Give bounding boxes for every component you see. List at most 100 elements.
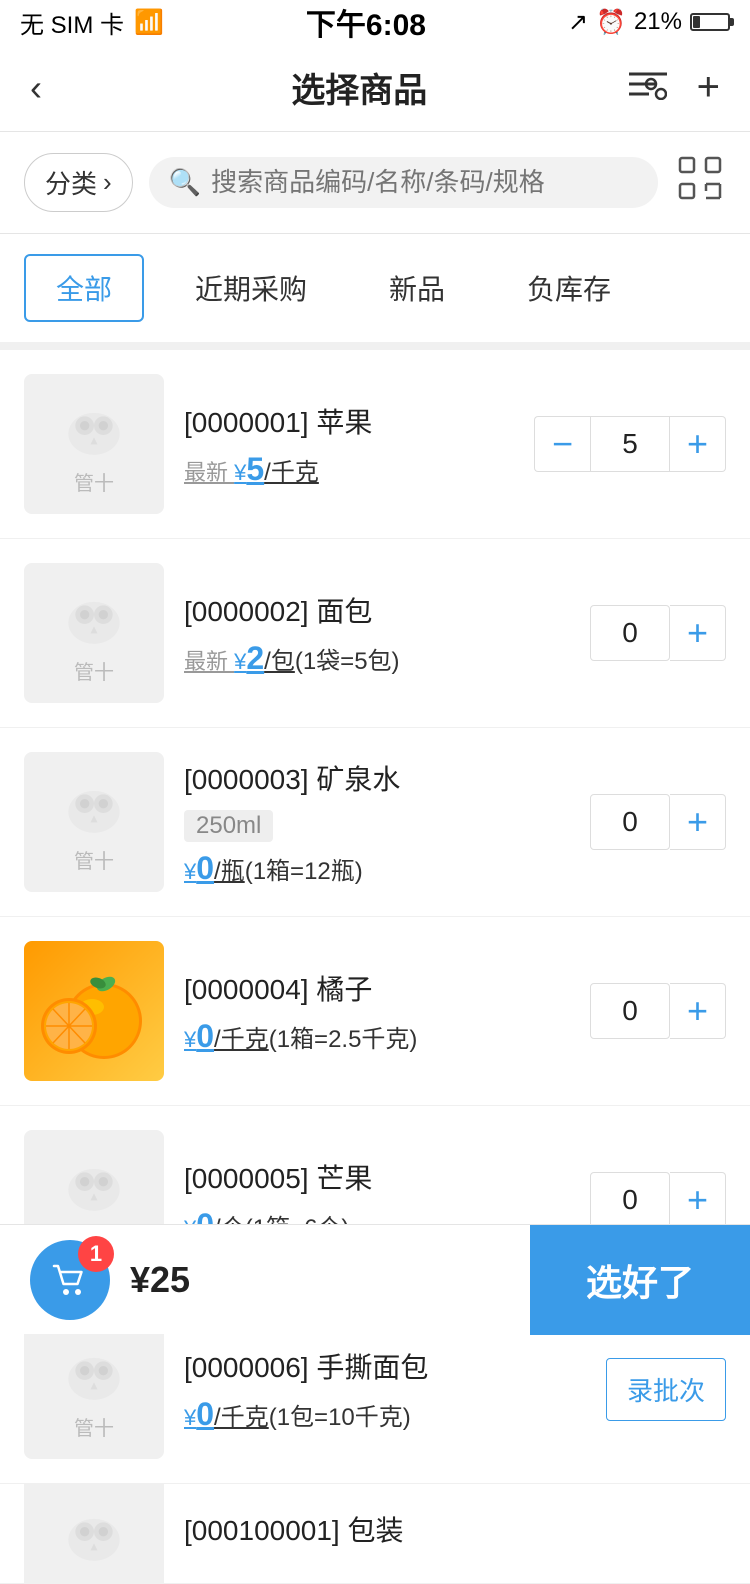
owl-logo-7 [59,1499,129,1569]
qty-input-0000005[interactable] [590,1172,670,1228]
location-icon: ↗ [568,8,588,37]
owl-logo-2: 管十 [59,582,129,685]
product-price-0000001: 最新 ¥5/千克 [184,451,514,488]
filter-tabs: 全部 近期采购 新品 负库存 [0,234,750,350]
owl-logo-6: 管十 [59,1338,129,1441]
product-info-0000003: [0000003] 矿泉水 250ml ¥0/瓶(1箱=12瓶) [184,758,570,887]
qty-plus-0000003[interactable]: + [670,794,726,850]
price-yuan-3: ¥ [184,859,196,884]
qty-input-0000002[interactable] [590,605,670,661]
owl-text: 管十 [74,467,114,496]
wifi-icon: 📶 [134,8,164,37]
price-num-4: 0 [196,1018,214,1054]
status-bar: 无 SIM 卡 📶 下午6:08 ↗ ⏰ 21% [0,0,750,44]
price-label-2: 最新 [184,649,234,674]
add-button[interactable]: + [697,65,720,110]
qty-plus-0000002[interactable]: + [670,605,726,661]
product-image-0000001: 管十 [24,374,164,514]
product-item-0000001: 管十 [0000001] 苹果 最新 ¥5/千克 − + [0,350,750,539]
nav-bar: ‹ 选择商品 + [0,44,750,132]
product-price-0000003: ¥0/瓶(1箱=12瓶) [184,850,570,887]
owl-text-2: 管十 [74,656,114,685]
price-extra-4: (1箱=2.5千克) [269,1026,418,1053]
quantity-control-0000002: + [590,605,726,661]
owl-logo: 管十 [59,393,129,496]
search-bar: 分类 › 🔍 [0,132,750,234]
price-label: 最新 [184,460,234,485]
qty-minus-0000001[interactable]: − [534,416,590,472]
quantity-control-0000001: − + [534,416,726,472]
product-price-0000006: ¥0/千克(1包=10千克) [184,1396,586,1433]
price-unit-4: /千克 [214,1026,269,1053]
search-wrapper: 🔍 [149,157,658,208]
category-label: 分类 [45,164,97,201]
owl-text-3: 管十 [74,845,114,874]
tab-all[interactable]: 全部 [24,254,144,322]
price-num-2: 2 [246,640,264,676]
product-image-0000002: 管十 [24,563,164,703]
qty-plus-0000001[interactable]: + [670,416,726,472]
owl-logo-3: 管十 [59,771,129,874]
product-name-0000001: [0000001] 苹果 [184,401,514,441]
price-unit-6: /千克 [214,1404,269,1431]
price-num-6: 0 [196,1396,214,1432]
price-yuan-4: ¥ [184,1027,196,1052]
product-item-0000004: [0000004] 橘子 ¥0/千克(1箱=2.5千克) + [0,917,750,1106]
product-name-0000004: [0000004] 橘子 [184,968,570,1008]
bottom-bar: 1 ¥25 选好了 [0,1224,750,1334]
quantity-control-0000003: + [590,794,726,850]
product-price-0000004: ¥0/千克(1箱=2.5千克) [184,1018,570,1055]
battery-icon [690,13,730,31]
price-extra-3: (1箱=12瓶) [245,858,363,885]
cart-section: 1 ¥25 [0,1240,530,1320]
product-info-0000001: [0000001] 苹果 最新 ¥5/千克 [184,401,514,488]
tab-recent[interactable]: 近期采购 [164,254,338,322]
quantity-control-0000005: + [590,1172,726,1228]
product-image-0000006: 管十 [24,1319,164,1459]
status-time: 下午6:08 [306,0,426,44]
search-input[interactable] [211,167,638,198]
back-button[interactable]: ‹ [30,67,90,109]
product-info-0000002: [0000002] 面包 最新 ¥2/包(1袋=5包) [184,590,570,677]
cart-badge: 1 [78,1236,114,1272]
product-name-0000002: [0000002] 面包 [184,590,570,630]
qty-input-0000003[interactable] [590,794,670,850]
qty-plus-0000004[interactable]: + [670,983,726,1039]
product-spec-0000003: 250ml [184,810,273,842]
product-image-0000004 [24,941,164,1081]
tab-new[interactable]: 新品 [358,254,476,322]
status-left: 无 SIM 卡 📶 [20,5,164,40]
product-name-0000003: [0000003] 矿泉水 [184,758,570,798]
category-arrow: › [103,167,112,198]
product-name-0000006: [0000006] 手撕面包 [184,1346,586,1386]
page-title: 选择商品 [291,63,427,112]
cart-button[interactable]: 1 [30,1240,110,1320]
product-name-0000005: [0000005] 芒果 [184,1157,570,1197]
cart-total: ¥25 [130,1259,190,1301]
status-right: ↗ ⏰ 21% [568,8,730,37]
price-yuan: ¥ [234,460,246,485]
qty-input-0000001[interactable] [590,416,670,472]
product-item-0000003: 管十 [0000003] 矿泉水 250ml ¥0/瓶(1箱=12瓶) + [0,728,750,917]
price-num: 5 [246,451,264,487]
filter-button[interactable] [629,65,667,110]
qty-plus-0000005[interactable]: + [670,1172,726,1228]
product-item-000100001: [000100001] 包装 [0,1484,750,1584]
confirm-button[interactable]: 选好了 [530,1225,750,1335]
search-icon: 🔍 [169,167,201,198]
price-extra-6: (1包=10千克) [269,1404,411,1431]
product-item-0000002: 管十 [0000002] 面包 最新 ¥2/包(1袋=5包) + [0,539,750,728]
price-unit: /千克 [264,459,319,486]
price-num-3: 0 [196,850,214,886]
battery-percent: 21% [634,8,682,36]
price-yuan-6: ¥ [184,1405,196,1430]
category-button[interactable]: 分类 › [24,153,133,212]
scan-button[interactable] [674,152,726,213]
tab-negative[interactable]: 负库存 [496,254,642,322]
product-info-0000006: [0000006] 手撕面包 ¥0/千克(1包=10千克) [184,1346,586,1433]
batch-button-0000006[interactable]: 录批次 [606,1358,726,1421]
price-yuan-2: ¥ [234,649,246,674]
product-info-0000004: [0000004] 橘子 ¥0/千克(1箱=2.5千克) [184,968,570,1055]
nav-actions: + [629,65,720,110]
qty-input-0000004[interactable] [590,983,670,1039]
